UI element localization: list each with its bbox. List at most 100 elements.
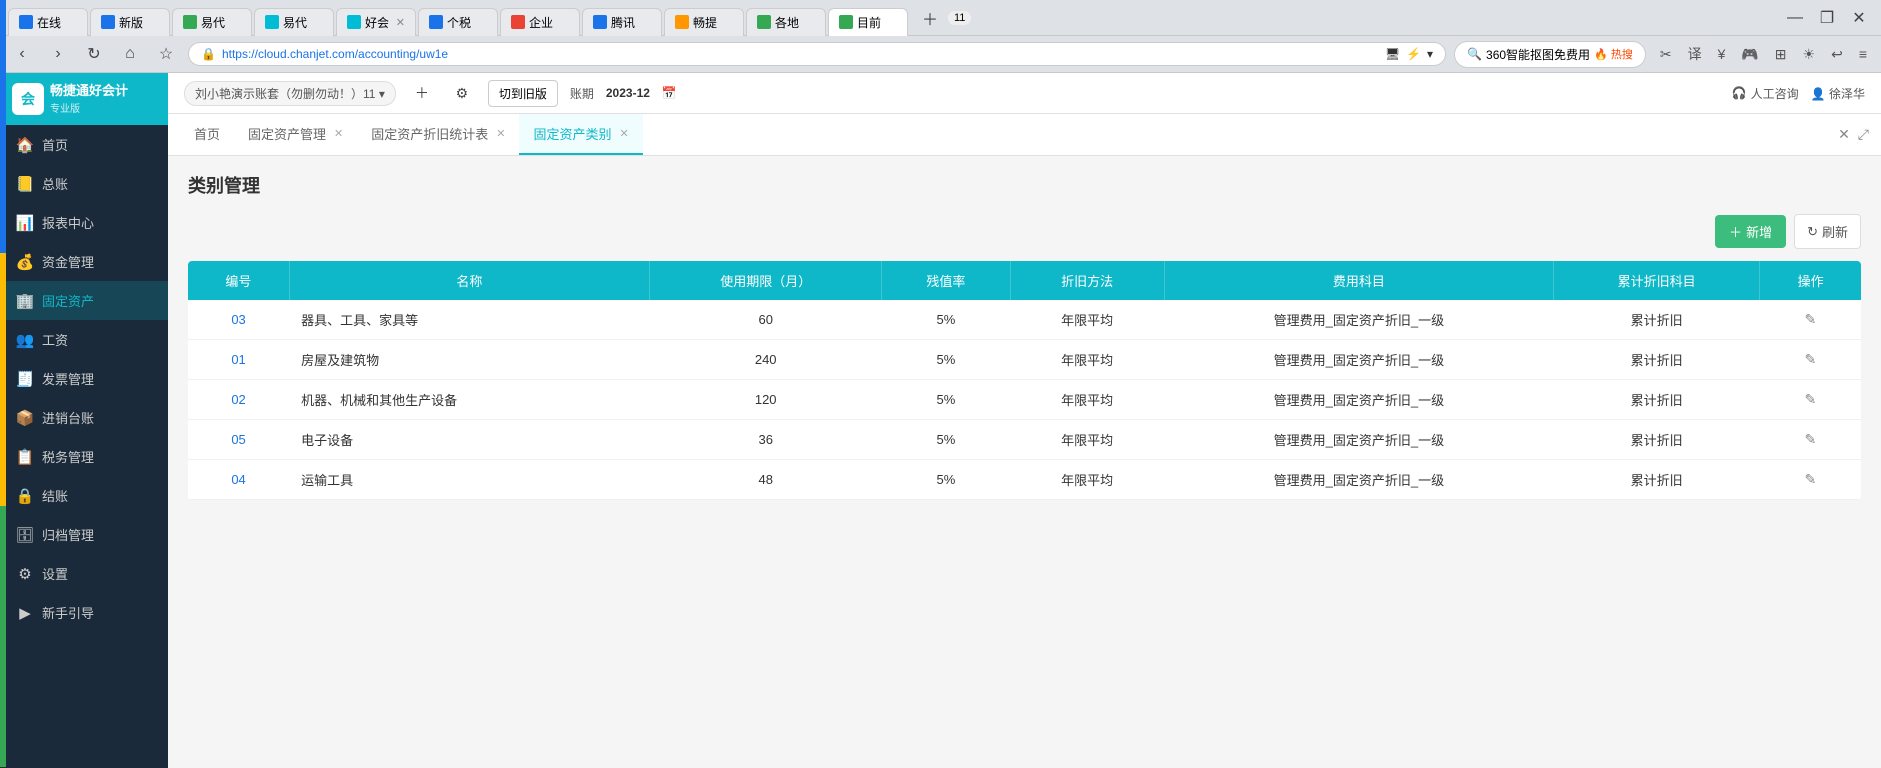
cell-action-2[interactable]: ✎ [1760, 380, 1861, 420]
cell-method-3: 年限平均 [1010, 420, 1164, 460]
close-panel-icon[interactable]: ✕ [1838, 126, 1850, 143]
tab-label-1: 在线 [37, 14, 61, 31]
tab-home[interactable]: 首页 [180, 114, 234, 155]
tab-asset-category[interactable]: 固定资产类别 ✕ [519, 114, 642, 155]
closing-icon: 🔒 [16, 487, 34, 505]
game-icon[interactable]: 🎮 [1735, 44, 1764, 65]
col-expense: 费用科目 [1164, 261, 1553, 300]
grid-icon[interactable]: ⊞ [1769, 44, 1793, 65]
tab-favicon-5 [347, 15, 361, 29]
edit-icon-4[interactable]: ✎ [1805, 471, 1817, 487]
account-badge[interactable]: 刘小艳演示账套（勿删勿动！）11 ▾ [184, 81, 396, 106]
translate-icon[interactable]: 译 [1682, 42, 1708, 66]
cell-action-0[interactable]: ✎ [1760, 300, 1861, 340]
tab-fixed-asset-mgmt[interactable]: 固定资产管理 ✕ [234, 114, 357, 155]
sidebar-item-funds[interactable]: 💰 资金管理 [0, 242, 168, 281]
edit-icon-0[interactable]: ✎ [1805, 311, 1817, 327]
browser-tab-11[interactable]: 目前 [828, 8, 908, 36]
cell-accumulated-0: 累计折旧 [1554, 300, 1760, 340]
support-label: 人工咨询 [1751, 85, 1799, 102]
sidebar-item-invoice[interactable]: 🧾 发票管理 [0, 359, 168, 398]
maximize-button[interactable]: ❐ [1813, 4, 1841, 32]
minimize-button[interactable]: — [1781, 4, 1809, 32]
tab-favicon-2 [101, 15, 115, 29]
new-tab-button[interactable]: ＋ [916, 4, 944, 32]
sidebar-item-payroll[interactable]: 👥 工资 [0, 320, 168, 359]
tab-fixed-asset-mgmt-close[interactable]: ✕ [334, 127, 343, 140]
sidebar-item-tax[interactable]: 📋 税务管理 [0, 437, 168, 476]
edit-icon-2[interactable]: ✎ [1805, 391, 1817, 407]
support-link[interactable]: 🎧 人工咨询 [1732, 85, 1799, 102]
cell-residual-3: 5% [882, 420, 1010, 460]
reload-button[interactable]: ↻ [80, 40, 108, 68]
table-row: 01 房屋及建筑物 240 5% 年限平均 管理费用_固定资产折旧_一级 累计折… [188, 340, 1861, 380]
cell-expense-2: 管理费用_固定资产折旧_一级 [1164, 380, 1553, 420]
bookmark-button[interactable]: ☆ [152, 40, 180, 68]
browser-tab-7[interactable]: 企业 [500, 8, 580, 36]
browser-tab-5[interactable]: 好会 ✕ [336, 8, 416, 36]
col-residual: 残值率 [882, 261, 1010, 300]
sidebar-item-closing[interactable]: 🔒 结账 [0, 476, 168, 515]
account-add-button[interactable]: ＋ [408, 79, 436, 107]
sidebar-label-guide: 新手引导 [42, 603, 94, 622]
refresh-button[interactable]: ↻ 刷新 [1794, 214, 1861, 249]
search-icon: 🔍 [1467, 47, 1482, 61]
funds-icon: 💰 [16, 253, 34, 271]
cell-code-1: 01 [188, 340, 289, 380]
forward-button[interactable]: › [44, 40, 72, 68]
address-bar: ‹ › ↻ ⌂ ☆ 🔒 https://cloud.chanjet.com/ac… [0, 36, 1881, 73]
cell-accumulated-2: 累计折旧 [1554, 380, 1760, 420]
col-method: 折旧方法 [1010, 261, 1164, 300]
browser-tab-1[interactable]: 在线 [8, 8, 88, 36]
edit-icon-1[interactable]: ✎ [1805, 351, 1817, 367]
tab-depreciation-table[interactable]: 固定资产折旧统计表 ✕ [357, 114, 519, 155]
undo-icon[interactable]: ↩ [1825, 44, 1849, 65]
cut-icon[interactable]: ✂ [1654, 44, 1678, 65]
tab-asset-category-close[interactable]: ✕ [620, 127, 629, 140]
user-avatar[interactable]: 👤 徐泽华 [1811, 85, 1865, 102]
sidebar-item-fixed-assets[interactable]: 🏢 固定资产 [0, 281, 168, 320]
sidebar-item-settings[interactable]: ⚙ 设置 [0, 554, 168, 593]
sidebar-item-inventory[interactable]: 📦 进销台账 [0, 398, 168, 437]
url-bar[interactable]: 🔒 https://cloud.chanjet.com/accounting/u… [188, 42, 1446, 66]
cell-action-1[interactable]: ✎ [1760, 340, 1861, 380]
back-button[interactable]: ‹ [8, 40, 36, 68]
tab-label-11: 目前 [857, 14, 881, 31]
close-window-button[interactable]: ✕ [1845, 4, 1873, 32]
dropdown-icon[interactable]: ▾ [1427, 47, 1433, 61]
table-toolbar: ＋ 新增 ↻ 刷新 [188, 214, 1861, 249]
tab-depreciation-table-close[interactable]: ✕ [496, 127, 505, 140]
sidebar-item-ledger[interactable]: 📒 总账 [0, 164, 168, 203]
tab-label-6: 个税 [447, 14, 471, 31]
payroll-icon: 👥 [16, 331, 34, 349]
cell-action-4[interactable]: ✎ [1760, 460, 1861, 500]
sidebar-item-guide[interactable]: ▶ 新手引导 [0, 593, 168, 632]
home-button[interactable]: ⌂ [116, 40, 144, 68]
cell-method-1: 年限平均 [1010, 340, 1164, 380]
search-bar[interactable]: 🔍 360智能抠图免费用 🔥 热搜 [1454, 41, 1646, 68]
browser-tab-3[interactable]: 易代 [172, 8, 252, 36]
tab-close-5[interactable]: ✕ [392, 16, 405, 29]
browser-tab-6[interactable]: 个税 [418, 8, 498, 36]
browser-tab-2[interactable]: 新版 [90, 8, 170, 36]
menu-icon[interactable]: ≡ [1853, 44, 1873, 64]
wallet-icon[interactable]: ¥ [1712, 44, 1732, 64]
browser-tab-8[interactable]: 腾讯 [582, 8, 662, 36]
sidebar-item-home[interactable]: 🏠 首页 [0, 125, 168, 164]
expand-icon[interactable]: ⤢ [1858, 126, 1869, 143]
switch-old-version-button[interactable]: 切到旧版 [488, 80, 558, 107]
account-settings-button[interactable]: ⚙ [448, 79, 476, 107]
sidebar-label-archive: 归档管理 [42, 525, 94, 544]
add-button[interactable]: ＋ 新增 [1715, 215, 1786, 248]
browser-tab-9[interactable]: 畅提 [664, 8, 744, 36]
brightness-icon[interactable]: ☀ [1797, 44, 1822, 65]
sidebar-item-reports[interactable]: 📊 报表中心 [0, 203, 168, 242]
browser-tab-4[interactable]: 易代 [254, 8, 334, 36]
cell-name-4: 运输工具 [289, 460, 649, 500]
calendar-icon[interactable]: 📅 [662, 86, 677, 100]
cell-action-3[interactable]: ✎ [1760, 420, 1861, 460]
sidebar-item-archive[interactable]: 🗄 归档管理 [0, 515, 168, 554]
tab-favicon-6 [429, 15, 443, 29]
browser-tab-10[interactable]: 各地 [746, 8, 826, 36]
edit-icon-3[interactable]: ✎ [1805, 431, 1817, 447]
